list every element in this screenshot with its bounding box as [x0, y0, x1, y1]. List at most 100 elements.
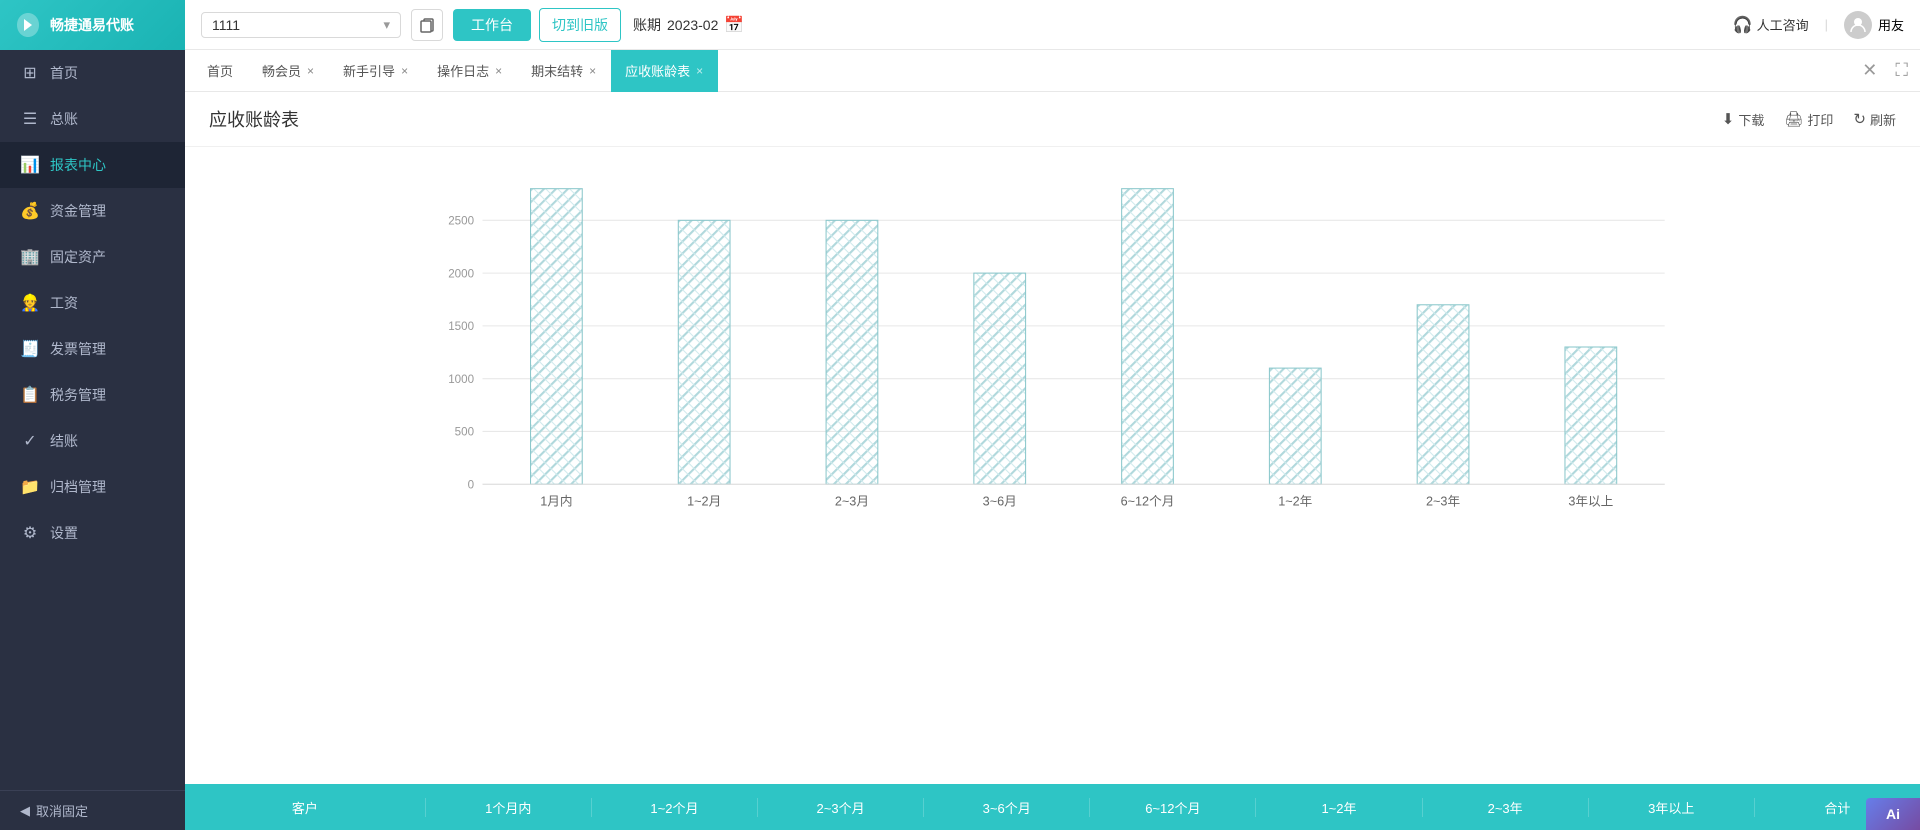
footer-col-0: 客户 [185, 798, 426, 817]
logo-icon [14, 11, 42, 39]
refresh-button[interactable]: ↻ 刷新 [1853, 110, 1896, 129]
svg-text:2~3月: 2~3月 [835, 494, 869, 508]
headset-icon: 🎧 [1733, 15, 1753, 35]
tab-member[interactable]: 畅会员 × [248, 50, 329, 92]
logo-text: 畅捷通易代账 [50, 15, 134, 35]
sidebar-label-home: 首页 [50, 63, 78, 83]
sidebar-item-archive[interactable]: 📁 归档管理 [0, 464, 185, 510]
sidebar-icon-checkout: ✓ [20, 431, 40, 451]
tab-close-guide[interactable]: × [401, 64, 408, 78]
svg-text:2500: 2500 [448, 215, 474, 228]
sidebar-label-salary: 工资 [50, 293, 78, 313]
consult-area[interactable]: 🎧 人工咨询 [1733, 15, 1809, 35]
sidebar-pin-toggle[interactable]: ◀ 取消固定 [0, 790, 185, 830]
chart-container: 050010001500200025001月内1~2月2~3月3~6月6~12个… [185, 147, 1920, 784]
footer-col-2: 1~2个月 [592, 798, 758, 817]
content-area: 首页 畅会员 × 新手引导 × 操作日志 × 期末结转 × 应收账龄表 × ✕ ⛶ 应收账龄表 ⬇ … [185, 50, 1920, 830]
tab-period-end[interactable]: 期末结转 × [517, 50, 611, 92]
sidebar-label-tax: 税务管理 [50, 385, 106, 405]
sidebar-item-invoice[interactable]: 🧾 发票管理 [0, 326, 185, 372]
tab-label-home: 首页 [207, 61, 233, 80]
workbench-button[interactable]: 工作台 [453, 9, 531, 41]
svg-text:3~6月: 3~6月 [983, 494, 1017, 508]
tab-guide[interactable]: 新手引导 × [329, 50, 423, 92]
main-header: 畅捷通易代账 1111 ▾ 工作台 切到旧版 账期 2023-02 📅 🎧 人工… [0, 0, 1920, 50]
tabs-right: ✕ ⛶ [1858, 60, 1912, 81]
table-footer: 客户1个月内1~2个月2~3个月3~6个月6~12个月1~2年2~3年3年以上合… [185, 784, 1920, 830]
sidebar-icon-assets: 🏢 [20, 247, 40, 267]
tab-home[interactable]: 首页 [193, 50, 248, 92]
user-area[interactable]: 用友 [1844, 11, 1904, 39]
sidebar-label-settings: 设置 [50, 523, 78, 543]
tab-label-ar-aging: 应收账龄表 [625, 61, 690, 80]
svg-text:3年以上: 3年以上 [1568, 494, 1613, 508]
page-actions: ⬇ 下载 🖨 打印 ↻ 刷新 [1722, 110, 1896, 129]
consult-label: 人工咨询 [1757, 15, 1809, 34]
download-label: 下载 [1738, 110, 1764, 129]
sidebar-icon-settings: ⚙ [20, 523, 40, 543]
sidebar-item-assets[interactable]: 🏢 固定资产 [0, 234, 185, 280]
tab-close-member[interactable]: × [307, 64, 314, 78]
svg-text:1~2年: 1~2年 [1278, 494, 1312, 508]
sidebar-item-checkout[interactable]: ✓ 结账 [0, 418, 185, 464]
svg-text:2~3年: 2~3年 [1426, 494, 1460, 508]
company-name: 1111 [212, 17, 375, 33]
maximize-tab-button[interactable]: ⛶ [1891, 60, 1912, 81]
svg-text:1~2月: 1~2月 [687, 494, 721, 508]
sidebar-icon-tax: 📋 [20, 385, 40, 405]
calendar-icon[interactable]: 📅 [724, 15, 744, 35]
dropdown-icon: ▾ [383, 17, 390, 33]
tab-label-guide: 新手引导 [343, 61, 395, 80]
tab-label-period-end: 期末结转 [531, 61, 583, 80]
sidebar-icon-reports: 📊 [20, 155, 40, 175]
copy-icon-button[interactable] [411, 9, 443, 41]
footer-col-5: 6~12个月 [1090, 798, 1256, 817]
company-selector[interactable]: 1111 ▾ [201, 12, 401, 38]
sidebar-item-tax[interactable]: 📋 税务管理 [0, 372, 185, 418]
sidebar: ⊞ 首页 ☰ 总账 📊 报表中心 💰 资金管理 🏢 固定资产 👷 工资 🧾 发票… [0, 50, 185, 830]
close-tab-button[interactable]: ✕ [1858, 60, 1881, 81]
sidebar-item-reports[interactable]: 📊 报表中心 [0, 142, 185, 188]
tab-label-log: 操作日志 [437, 61, 489, 80]
svg-text:500: 500 [455, 426, 474, 439]
sidebar-item-ledger[interactable]: ☰ 总账 [0, 96, 185, 142]
sidebar-item-settings[interactable]: ⚙ 设置 [0, 510, 185, 556]
svg-text:1月内: 1月内 [540, 494, 572, 508]
print-icon: 🖨 [1784, 110, 1803, 128]
footer-col-3: 2~3个月 [758, 798, 924, 817]
sidebar-item-home[interactable]: ⊞ 首页 [0, 50, 185, 96]
refresh-icon: ↻ [1853, 110, 1866, 128]
download-button[interactable]: ⬇ 下载 [1722, 110, 1765, 129]
sidebar-label-assets: 固定资产 [50, 247, 106, 267]
sidebar-item-salary[interactable]: 👷 工资 [0, 280, 185, 326]
footer-col-8: 3年以上 [1589, 798, 1755, 817]
pin-icon: ◀ [20, 803, 30, 819]
period-area: 账期 2023-02 📅 [633, 15, 744, 35]
sidebar-icon-archive: 📁 [20, 477, 40, 497]
sidebar-label-funds: 资金管理 [50, 201, 106, 221]
sidebar-label-checkout: 结账 [50, 431, 78, 451]
svg-text:2000: 2000 [448, 267, 474, 280]
refresh-label: 刷新 [1870, 110, 1896, 129]
switch-version-button[interactable]: 切到旧版 [539, 8, 621, 42]
ai-badge[interactable]: Ai [1866, 798, 1920, 830]
sidebar-label-invoice: 发票管理 [50, 339, 106, 359]
sidebar-item-funds[interactable]: 💰 资金管理 [0, 188, 185, 234]
tab-ar-aging[interactable]: 应收账龄表 × [611, 50, 718, 92]
sidebar-label-reports: 报表中心 [50, 155, 106, 175]
print-label: 打印 [1807, 110, 1833, 129]
tab-label-member: 畅会员 [262, 61, 301, 80]
tab-close-log[interactable]: × [495, 64, 502, 78]
chart-wrapper: 050010001500200025001月内1~2月2~3月3~6月6~12个… [205, 157, 1900, 537]
tab-log[interactable]: 操作日志 × [423, 50, 517, 92]
bar-chart: 050010001500200025001月内1~2月2~3月3~6月6~12个… [205, 157, 1900, 537]
tab-close-period-end[interactable]: × [589, 64, 596, 78]
sidebar-icon-invoice: 🧾 [20, 339, 40, 359]
logo-area: 畅捷通易代账 [0, 0, 185, 50]
tab-close-ar-aging[interactable]: × [696, 64, 703, 78]
download-icon: ⬇ [1722, 110, 1735, 128]
svg-text:1000: 1000 [448, 373, 474, 386]
header-right: 🎧 人工咨询 | 用友 [1733, 11, 1904, 39]
page-title: 应收账龄表 [209, 106, 299, 132]
print-button[interactable]: 🖨 打印 [1784, 110, 1833, 129]
